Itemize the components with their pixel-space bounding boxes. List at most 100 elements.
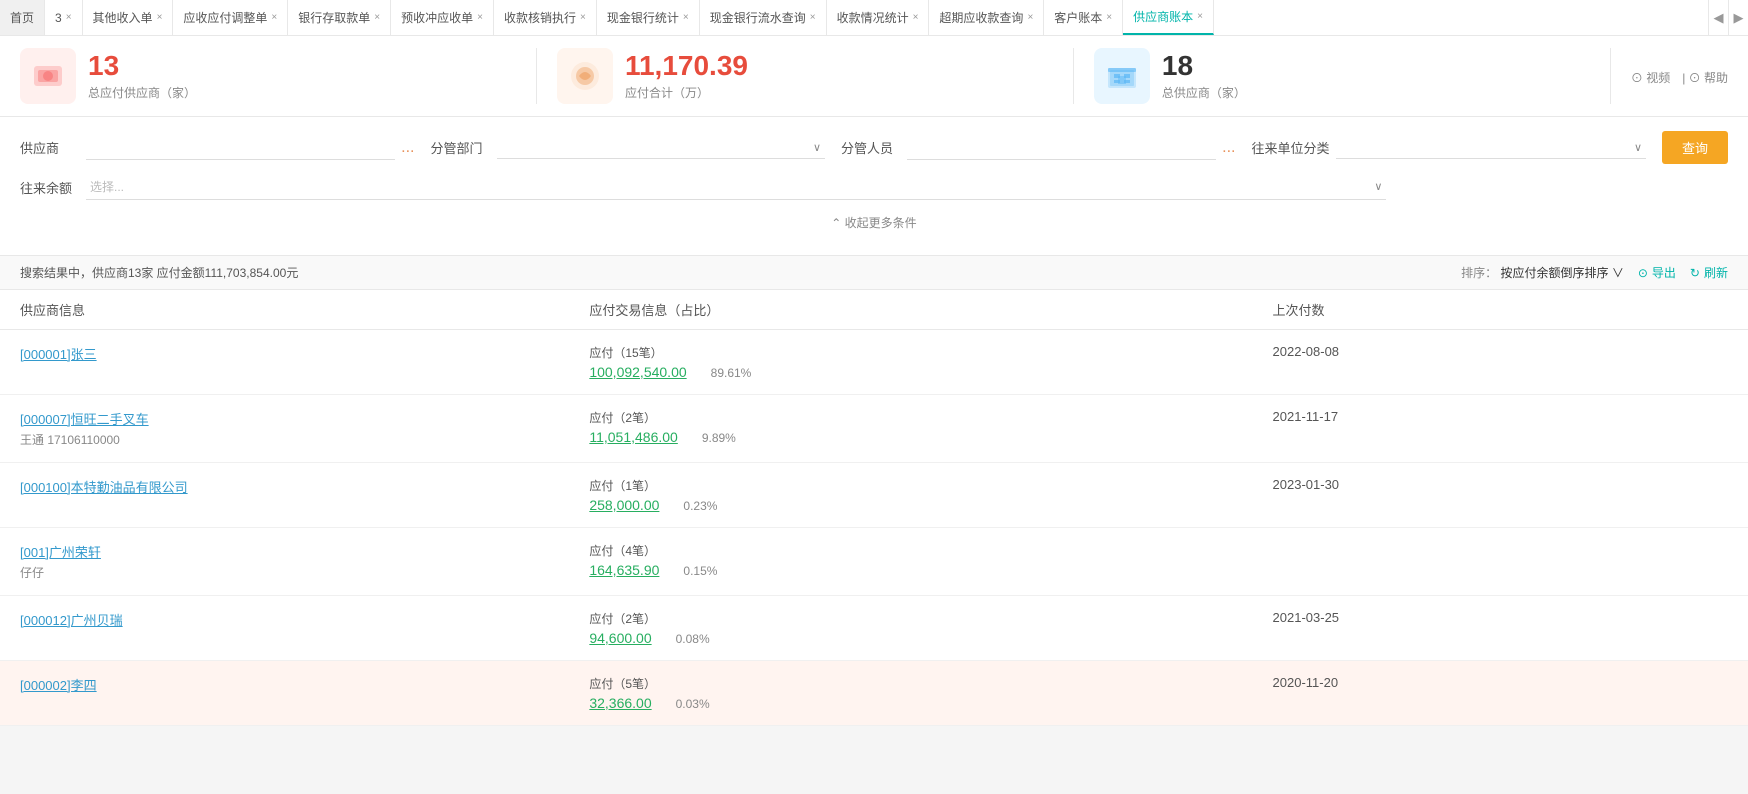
category-filter-select[interactable]: ∨ — [1336, 137, 1646, 159]
trans-percent-4: 0.15% — [683, 564, 717, 578]
nav-receipt-stat-close[interactable]: × — [913, 12, 919, 23]
nav-other-income-close[interactable]: × — [157, 12, 163, 23]
result-bar: 搜索结果中，供应商13家 应付金额111,703,854.00元 排序： 按应付… — [0, 256, 1748, 290]
total-suppliers-label: 总供应商（家） — [1162, 84, 1246, 101]
sort-arrow-icon: ∨ — [1612, 266, 1624, 280]
last-pay-cell-3: 2023-01-30 — [1273, 477, 1728, 492]
trans-percent-3: 0.23% — [683, 499, 717, 513]
export-button[interactable]: ⊙ 导出 — [1638, 264, 1676, 281]
supplier-filter-label: 供应商 — [20, 138, 80, 157]
nav-tab3-close[interactable]: × — [66, 12, 72, 23]
total-suppliers-content: 18 总供应商（家） — [1162, 51, 1246, 101]
trans-amount-5[interactable]: 94,600.00 — [589, 630, 651, 646]
payable-amount-content: 11,170.39 应付合计（万） — [625, 51, 748, 101]
nav-cash-bank-flow-close[interactable]: × — [810, 12, 816, 23]
nav-tab3[interactable]: 3 × — [45, 0, 83, 35]
nav-left-arrow[interactable]: ◀ — [1708, 0, 1728, 36]
nav-home[interactable]: 首页 — [0, 0, 45, 35]
person-filter-input[interactable] — [907, 136, 1216, 160]
transaction-cell-4: 应付（4笔） 164,635.90 0.15% — [589, 542, 1272, 578]
supplier-link-1[interactable]: [000001]张三 — [20, 344, 589, 363]
nav-prepay-ar-close[interactable]: × — [477, 12, 483, 23]
trans-amount-3[interactable]: 258,000.00 — [589, 497, 659, 513]
last-pay-date-5: 2021-03-25 — [1273, 610, 1340, 625]
export-label: 导出 — [1652, 264, 1676, 281]
nav-customer-book[interactable]: 客户账本 × — [1044, 0, 1123, 35]
supplier-link-3[interactable]: [000100]本特勤油品有限公司 — [20, 477, 589, 496]
video-link[interactable]: ⊙ 视频 — [1631, 69, 1670, 86]
nav-ar-ap-adjust-close[interactable]: × — [271, 12, 277, 23]
summary-bar: 13 总应付供应商（家） 11,170.39 应付合计（万） — [0, 36, 1748, 117]
payable-suppliers-icon — [20, 48, 76, 104]
sort-label: 排序： 按应付余额倒序排序 ∨ — [1461, 264, 1624, 281]
nav-cash-bank-stat-close[interactable]: × — [683, 12, 689, 23]
person-filter-dots[interactable]: ... — [1222, 139, 1235, 157]
trans-amount-6[interactable]: 32,366.00 — [589, 695, 651, 711]
payable-amount-icon — [557, 48, 613, 104]
filter-row-1: 供应商 ... 分管部门 ∨ 分管人员 ... 往来单位分类 ∨ 查询 — [20, 131, 1728, 164]
table-row: [001]广州荣轩 仔仔 应付（4笔） 164,635.90 0.15% — [0, 528, 1748, 596]
last-pay-date-2: 2021-11-17 — [1273, 409, 1339, 424]
nav-bank-deposit-close[interactable]: × — [374, 12, 380, 23]
trans-amount-1[interactable]: 100,092,540.00 — [589, 364, 686, 380]
table-row: [000002]李四 应付（5笔） 32,366.00 0.03% 2020-1… — [0, 661, 1748, 726]
payable-amount-num: 11,170.39 — [625, 51, 748, 82]
nav-receipt-stat[interactable]: 收款情况统计 × — [827, 0, 930, 35]
collapse-button[interactable]: ⌃ 收起更多条件 — [827, 210, 920, 235]
trans-label-5: 应付（2笔） — [589, 610, 1272, 627]
category-filter-label: 往来单位分类 — [1252, 138, 1330, 157]
nav-home-label: 首页 — [10, 9, 34, 26]
refresh-label: 刷新 — [1704, 264, 1728, 281]
sort-value[interactable]: 按应付余额倒序排序 ∨ — [1500, 266, 1623, 280]
nav-overdue-ar[interactable]: 超期应收款查询 × — [929, 0, 1044, 35]
trans-amount-4[interactable]: 164,635.90 — [589, 562, 659, 578]
last-pay-date-3: 2023-01-30 — [1273, 477, 1340, 492]
dept-filter-select[interactable]: ∨ — [497, 137, 826, 159]
trans-percent-5: 0.08% — [676, 632, 710, 646]
nav-right-arrow[interactable]: ▶ — [1728, 0, 1748, 36]
nav-receipt-verify-close[interactable]: × — [580, 12, 586, 23]
supplier-cell-4: [001]广州荣轩 仔仔 — [20, 542, 589, 581]
dept-filter-arrow: ∨ — [813, 141, 821, 154]
help-link[interactable]: | ⊙ 帮助 — [1682, 69, 1728, 86]
nav-ar-ap-adjust-label: 应收应付调整单 — [183, 9, 267, 26]
supplier-link-6[interactable]: [000002]李四 — [20, 675, 589, 694]
trans-amount-row-5: 94,600.00 0.08% — [589, 627, 1272, 646]
transaction-cell-1: 应付（15笔） 100,092,540.00 89.61% — [589, 344, 1272, 380]
supplier-filter-dots[interactable]: ... — [401, 139, 414, 157]
trans-label-1: 应付（15笔） — [589, 344, 1272, 361]
query-button[interactable]: 查询 — [1662, 131, 1728, 164]
balance-filter-arrow: ∨ — [1374, 180, 1382, 193]
refresh-icon: ↻ — [1690, 266, 1700, 280]
nav-overdue-ar-close[interactable]: × — [1027, 12, 1033, 23]
nav-customer-book-close[interactable]: × — [1106, 12, 1112, 23]
trans-label-2: 应付（2笔） — [589, 409, 1272, 426]
total-suppliers-icon — [1094, 48, 1150, 104]
supplier-link-2[interactable]: [000007]恒旺二手叉车 — [20, 409, 589, 428]
nav-prepay-ar[interactable]: 预收冲应收单 × — [391, 0, 494, 35]
supplier-filter-input[interactable] — [86, 136, 395, 160]
nav-ar-ap-adjust[interactable]: 应收应付调整单 × — [173, 0, 288, 35]
nav-cash-bank-stat[interactable]: 现金银行统计 × — [597, 0, 700, 35]
nav-bank-deposit[interactable]: 银行存取款单 × — [288, 0, 391, 35]
nav-supplier-book-label: 供应商账本 — [1133, 8, 1193, 25]
supplier-cell-3: [000100]本特勤油品有限公司 — [20, 477, 589, 496]
trans-amount-2[interactable]: 11,051,486.00 — [589, 429, 678, 445]
balance-filter-label: 往来余额 — [20, 178, 80, 197]
nav-supplier-book-close[interactable]: × — [1197, 11, 1203, 22]
sort-value-text: 按应付余额倒序排序 — [1500, 266, 1608, 280]
result-text: 搜索结果中，供应商13家 应付金额111,703,854.00元 — [20, 264, 298, 281]
nav-supplier-book[interactable]: 供应商账本 × — [1123, 0, 1214, 35]
nav-other-income[interactable]: 其他收入单 × — [83, 0, 174, 35]
card-payable-suppliers: 13 总应付供应商（家） — [20, 48, 537, 104]
supplier-link-4[interactable]: [001]广州荣轩 — [20, 542, 589, 561]
refresh-button[interactable]: ↻ 刷新 — [1690, 264, 1728, 281]
balance-filter-select[interactable]: 选择... ∨ — [86, 174, 1386, 200]
trans-amount-row-1: 100,092,540.00 89.61% — [589, 361, 1272, 380]
nav-receipt-verify[interactable]: 收款核销执行 × — [494, 0, 597, 35]
dept-filter-label: 分管部门 — [431, 138, 491, 157]
trans-amount-row-4: 164,635.90 0.15% — [589, 559, 1272, 578]
nav-cash-bank-flow[interactable]: 现金银行流水查询 × — [700, 0, 827, 35]
supplier-link-5[interactable]: [000012]广州贝瑞 — [20, 610, 589, 629]
main-table: 供应商信息 应付交易信息（占比） 上次付数 [000001]张三 应付（15笔）… — [0, 290, 1748, 726]
